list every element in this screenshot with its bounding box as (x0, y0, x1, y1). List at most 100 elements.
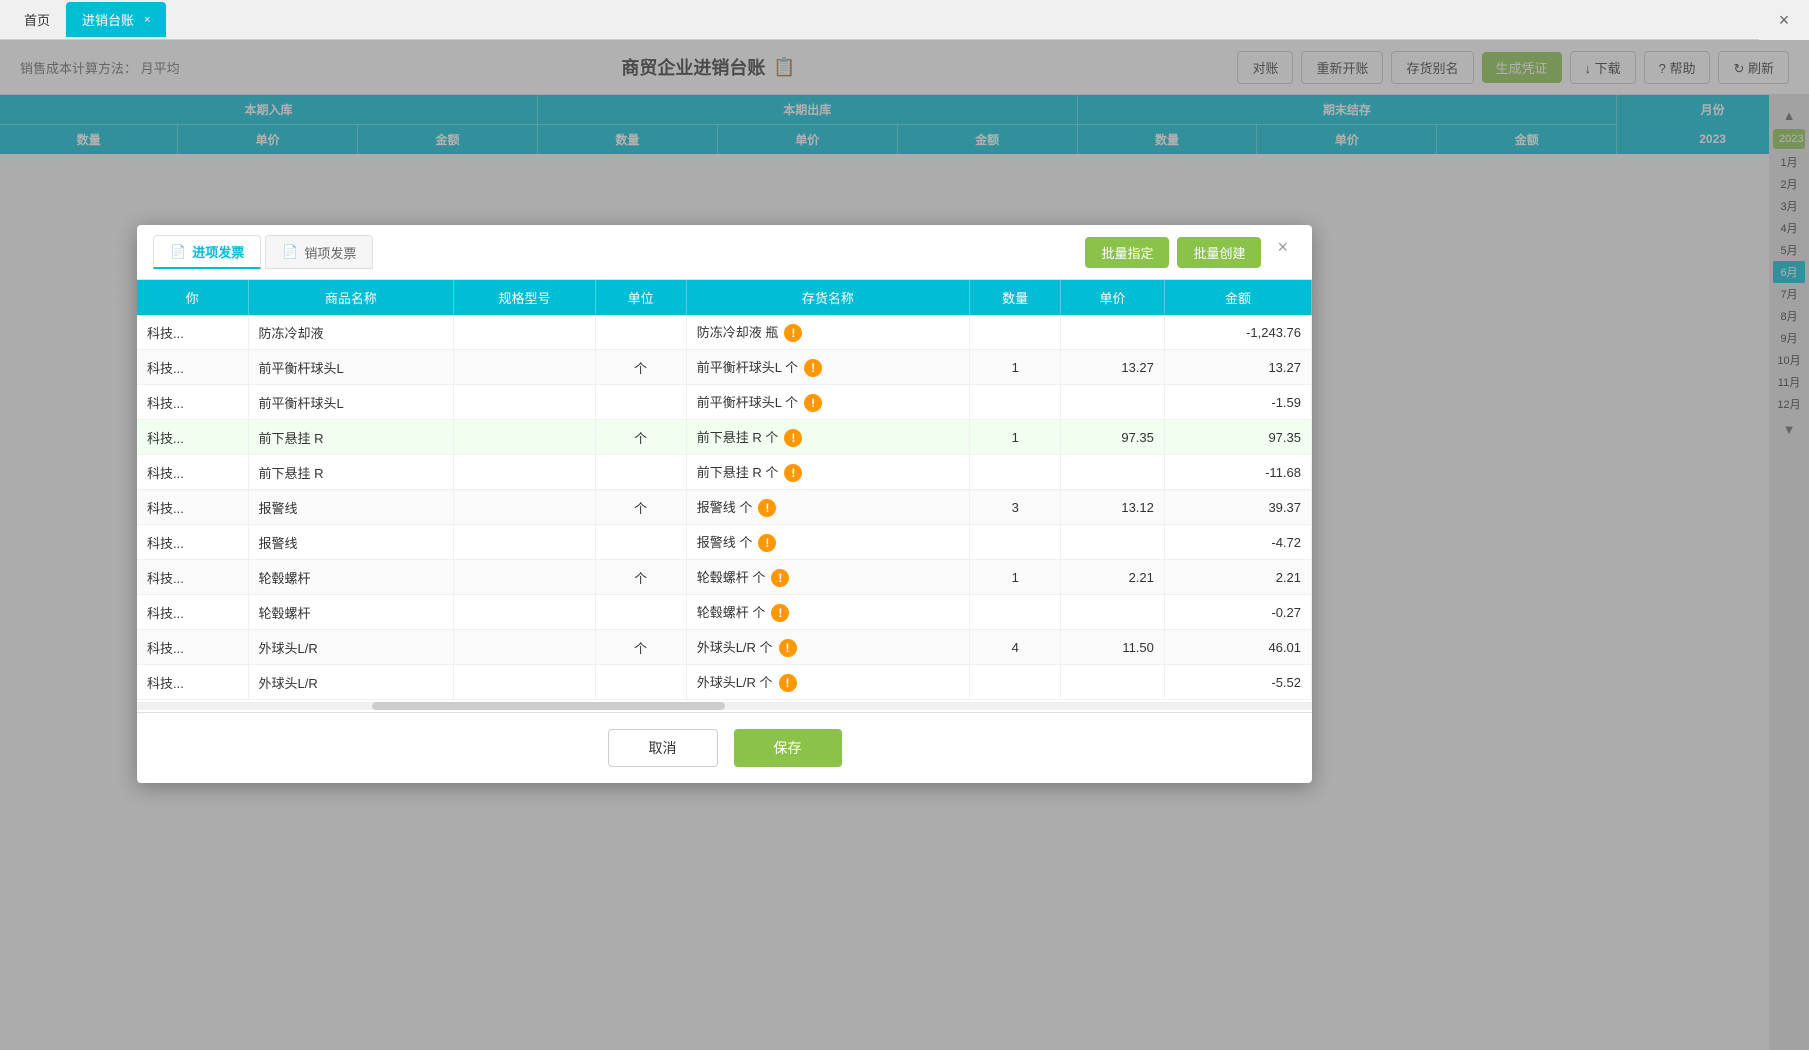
table-cell (970, 525, 1061, 560)
batch-assign-btn[interactable]: 批量指定 (1085, 237, 1169, 268)
table-cell (454, 525, 595, 560)
batch-create-btn[interactable]: 批量创建 (1177, 237, 1261, 268)
table-cell (454, 350, 595, 385)
table-cell (454, 630, 595, 665)
sales-invoice-icon: 📄 (282, 244, 298, 260)
scrollbar-thumb[interactable] (372, 702, 725, 710)
table-cell: 个 (595, 350, 686, 385)
table-cell (454, 420, 595, 455)
table-cell: 科技... (137, 490, 248, 525)
table-cell: 前平衡杆球头L (248, 350, 454, 385)
th-col7: 单价 (1061, 280, 1165, 315)
th-col5: 存货名称 (686, 280, 969, 315)
table-cell: 外球头L/R (248, 665, 454, 700)
table-cell: 前下悬挂 R 个! (686, 420, 969, 455)
table-cell (595, 525, 686, 560)
table-cell (595, 665, 686, 700)
table-cell (1061, 455, 1165, 490)
table-cell: 科技... (137, 630, 248, 665)
table-cell (454, 455, 595, 490)
warning-icon: ! (758, 499, 776, 517)
th-col4: 单位 (595, 280, 686, 315)
table-cell (1061, 595, 1165, 630)
table-cell: 轮毂螺杆 (248, 595, 454, 630)
th-col6: 数量 (970, 280, 1061, 315)
table-row: 科技...前下悬挂 R个前下悬挂 R 个!197.3597.35 (137, 420, 1312, 455)
table-row: 科技...报警线个报警线 个!313.1239.37 (137, 490, 1312, 525)
table-cell: 报警线 个! (686, 525, 969, 560)
table-cell (454, 490, 595, 525)
table-cell: 轮毂螺杆 个! (686, 595, 969, 630)
table-cell: 4 (970, 630, 1061, 665)
table-cell: 科技... (137, 560, 248, 595)
tab-bar: 首页 进销台账 × × (0, 0, 1809, 40)
window-close-btn[interactable]: × (1759, 0, 1809, 40)
table-cell (970, 385, 1061, 420)
warning-icon: ! (771, 569, 789, 587)
table-cell: -1,243.76 (1164, 315, 1311, 350)
table-row: 科技...前下悬挂 R前下悬挂 R 个!-11.68 (137, 455, 1312, 490)
table-cell (454, 595, 595, 630)
table-cell (1061, 665, 1165, 700)
table-cell: 1 (970, 350, 1061, 385)
table-cell: -1.59 (1164, 385, 1311, 420)
table-cell: 报警线 (248, 490, 454, 525)
table-cell: 防冻冷却液 瓶! (686, 315, 969, 350)
th-col1: 你 (137, 280, 248, 315)
warning-icon: ! (784, 464, 802, 482)
table-cell: 个 (595, 560, 686, 595)
modal-tabs: 📄 进项发票 📄 销项发票 (153, 235, 373, 269)
table-cell: 科技... (137, 595, 248, 630)
cancel-btn[interactable]: 取消 (608, 729, 718, 767)
table-cell: 外球头L/R 个! (686, 665, 969, 700)
table-cell: 2.21 (1061, 560, 1165, 595)
table-cell: 13.27 (1061, 350, 1165, 385)
tab-home[interactable]: 首页 (8, 2, 66, 37)
table-cell (1061, 385, 1165, 420)
table-cell (595, 595, 686, 630)
table-cell: 1 (970, 420, 1061, 455)
modal-close-btn[interactable]: × (1269, 237, 1296, 268)
modal-header: 📄 进项发票 📄 销项发票 批量指定 批量创建 × (137, 225, 1312, 280)
table-cell: 个 (595, 630, 686, 665)
warning-icon: ! (804, 359, 822, 377)
tab-sales-invoice[interactable]: 📄 销项发票 (265, 235, 373, 269)
tab-input-invoice[interactable]: 📄 进项发票 (153, 235, 261, 269)
table-cell (454, 315, 595, 350)
table-cell (970, 315, 1061, 350)
table-cell: 前平衡杆球头L (248, 385, 454, 420)
tab-active[interactable]: 进销台账 × (66, 2, 166, 37)
table-cell (454, 665, 595, 700)
table-row: 科技...报警线报警线 个!-4.72 (137, 525, 1312, 560)
table-cell (970, 595, 1061, 630)
table-cell: 前下悬挂 R 个! (686, 455, 969, 490)
table-cell: 13.12 (1061, 490, 1165, 525)
tab-close-btn[interactable]: × (144, 14, 150, 26)
table-cell: 个 (595, 490, 686, 525)
table-row: 科技...外球头L/R个外球头L/R 个!411.5046.01 (137, 630, 1312, 665)
tab-home-label: 首页 (24, 13, 50, 28)
table-cell: 前平衡杆球头L 个! (686, 350, 969, 385)
horizontal-scrollbar[interactable] (137, 702, 1312, 710)
window-close-icon: × (1779, 10, 1790, 31)
table-cell: 13.27 (1164, 350, 1311, 385)
main-content: 销售成本计算方法： 月平均 商贸企业进销台账 📋 对账 重新开账 存货别名 生成… (0, 40, 1809, 1050)
table-cell: -11.68 (1164, 455, 1311, 490)
table-cell: 轮毂螺杆 个! (686, 560, 969, 595)
table-cell (1061, 525, 1165, 560)
table-cell: 科技... (137, 525, 248, 560)
table-cell: 97.35 (1061, 420, 1165, 455)
modal-table: 你 商品名称 规格型号 单位 存货名称 数量 单价 金额 科技...防冻冷却液防… (137, 280, 1312, 700)
table-cell: 报警线 个! (686, 490, 969, 525)
table-cell: 科技... (137, 385, 248, 420)
table-cell: 报警线 (248, 525, 454, 560)
table-cell (595, 455, 686, 490)
table-cell: 科技... (137, 665, 248, 700)
warning-icon: ! (779, 639, 797, 657)
save-btn[interactable]: 保存 (734, 729, 842, 767)
th-col8: 金额 (1164, 280, 1311, 315)
table-cell: 2.21 (1164, 560, 1311, 595)
table-cell (454, 385, 595, 420)
table-row: 科技...轮毂螺杆轮毂螺杆 个!-0.27 (137, 595, 1312, 630)
table-cell: 11.50 (1061, 630, 1165, 665)
